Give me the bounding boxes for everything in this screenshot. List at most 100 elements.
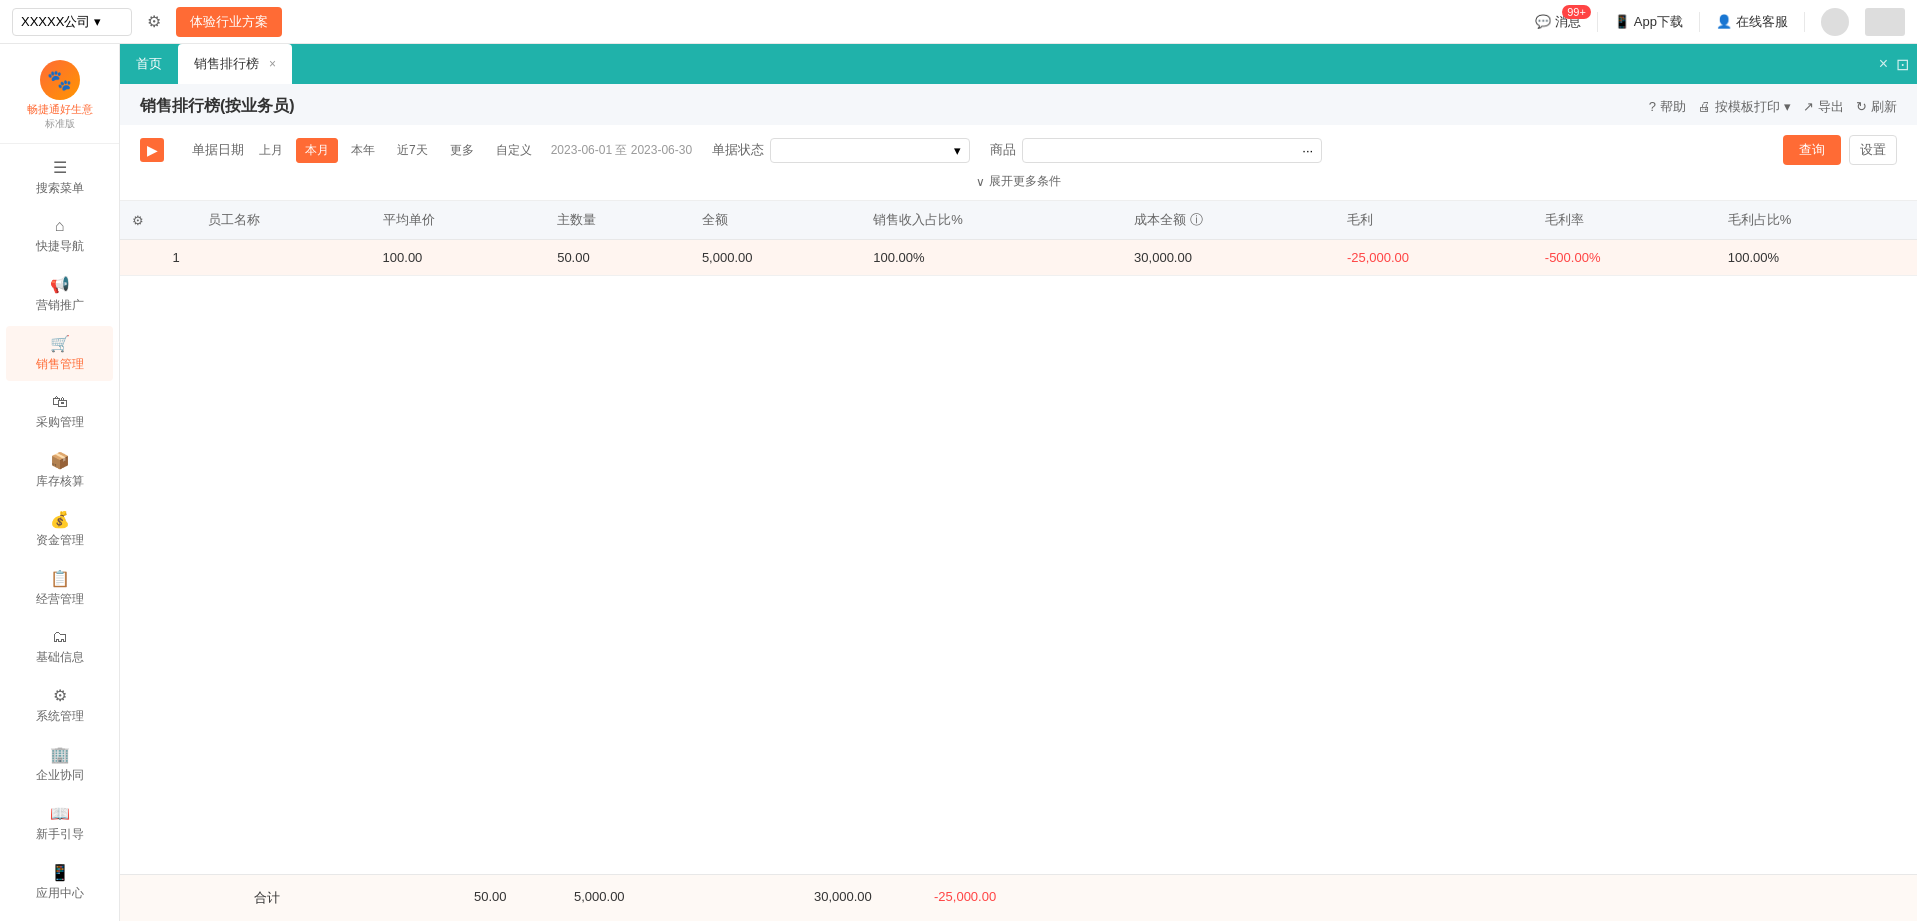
- settings-icon[interactable]: ⚙: [140, 8, 168, 36]
- phone-icon: 📱: [1614, 14, 1630, 29]
- active-tab-label: 销售排行榜: [194, 55, 259, 73]
- status-select[interactable]: ▾: [770, 138, 970, 163]
- tab-bar: 首页 销售排行榜 × × ⊡: [120, 44, 1917, 84]
- user-name-placeholder: [1865, 8, 1905, 36]
- footer-rank-placeholder: [202, 883, 242, 913]
- date-pill-custom[interactable]: 自定义: [487, 138, 541, 163]
- sidebar-item-quick-nav[interactable]: ⌂ 快捷导航: [6, 209, 113, 263]
- table-footer: 合计 50.00 5,000.00 30,000.00 -25,000.00: [120, 874, 1917, 921]
- sidebar: 🐾 畅捷通好生意 标准版 ☰ 搜索菜单 ⌂ 快捷导航 📢 营销推广 🛒 销售管理: [0, 44, 120, 921]
- goods-select[interactable]: ···: [1022, 138, 1322, 163]
- online-service-label: 在线客服: [1736, 13, 1788, 31]
- sidebar-guide-label: 新手引导: [36, 826, 84, 843]
- purchase-icon: 🛍: [52, 393, 68, 411]
- divider2: [1699, 12, 1700, 32]
- goods-more-icon: ···: [1302, 143, 1313, 158]
- sidebar-item-enterprise[interactable]: 🏢 企业协同: [6, 737, 113, 792]
- sidebar-item-marketing[interactable]: 📢 营销推广: [6, 267, 113, 322]
- print-button[interactable]: 🖨 按模板打印 ▾: [1698, 98, 1791, 116]
- online-service-button[interactable]: 👤 在线客服: [1716, 13, 1788, 31]
- sidebar-item-inventory[interactable]: 📦 库存核算: [6, 443, 113, 498]
- company-name: XXXXX公司: [21, 13, 90, 31]
- sales-icon: 🛒: [50, 334, 70, 353]
- message-icon: 💬: [1535, 14, 1551, 29]
- date-pill-current-year[interactable]: 本年: [342, 138, 384, 163]
- query-button[interactable]: 查询: [1783, 135, 1841, 165]
- sidebar-item-guide[interactable]: 📖 新手引导: [6, 796, 113, 851]
- tab-close-icon[interactable]: ×: [269, 57, 276, 71]
- expand-row: ∨ 展开更多条件: [140, 165, 1897, 190]
- apps-icon: 📱: [50, 863, 70, 882]
- col-header-settings[interactable]: ⚙: [120, 201, 156, 240]
- sidebar-operations-label: 经营管理: [36, 591, 84, 608]
- date-pill-prev-month[interactable]: 上月: [250, 138, 292, 163]
- col-header-qty: 主数量: [545, 201, 690, 240]
- content-body: 销售排行榜(按业务员) ? 帮助 🖨 按模板打印 ▾ ↗: [120, 84, 1917, 921]
- operations-icon: 📋: [50, 569, 70, 588]
- help-icon: ?: [1649, 99, 1656, 114]
- logo-icon: 🐾: [40, 60, 80, 100]
- trial-button[interactable]: 体验行业方案: [176, 7, 282, 37]
- col-header-gross-pct: 毛利占比%: [1716, 201, 1917, 240]
- sidebar-item-operations[interactable]: 📋 经营管理: [6, 561, 113, 616]
- company-chevron-icon: ▾: [94, 14, 101, 29]
- top-bar: XXXXX公司 ▾ ⚙ 体验行业方案 💬 消息 99+ 📱 App下载 👤 在线…: [0, 0, 1917, 44]
- refresh-button[interactable]: ↻ 刷新: [1856, 98, 1897, 116]
- marketing-icon: 📢: [50, 275, 70, 294]
- footer-avg-price-placeholder: [362, 883, 462, 913]
- service-icon: 👤: [1716, 14, 1732, 29]
- row-settings: [120, 240, 156, 276]
- sidebar-sales-label: 销售管理: [36, 356, 84, 373]
- col-header-name: 员工名称: [196, 201, 371, 240]
- system-icon: ⚙: [53, 686, 67, 705]
- export-icon: ↗: [1803, 99, 1814, 114]
- date-pill-current-month[interactable]: 本月: [296, 138, 338, 163]
- basics-icon: 🗂: [52, 628, 68, 646]
- app-download-label: App下载: [1634, 13, 1683, 31]
- sidebar-item-search[interactable]: ☰ 搜索菜单: [6, 150, 113, 205]
- window-maximize-button[interactable]: ⊡: [1896, 55, 1909, 74]
- page-title: 销售排行榜(按业务员): [140, 96, 295, 117]
- row-cost-amount: 30,000.00: [1122, 240, 1335, 276]
- sidebar-item-system[interactable]: ⚙ 系统管理: [6, 678, 113, 733]
- tab-sales-ranking[interactable]: 销售排行榜 ×: [178, 44, 292, 84]
- sidebar-item-finance[interactable]: 💰 资金管理: [6, 502, 113, 557]
- sidebar-finance-label: 资金管理: [36, 532, 84, 549]
- content-area: 首页 销售排行榜 × × ⊡ 销售排行榜(按业务员): [120, 44, 1917, 921]
- filter-area: ▶ 单据日期 上月 本月 本年 近7天 更多 自定义: [120, 125, 1917, 201]
- sidebar-enterprise-label: 企业协同: [36, 767, 84, 784]
- window-close-button[interactable]: ×: [1879, 55, 1888, 73]
- filter-collapse-button[interactable]: ▶: [140, 138, 164, 162]
- user-avatar[interactable]: [1821, 8, 1849, 36]
- tab-home[interactable]: 首页: [120, 44, 178, 84]
- refresh-icon: ↻: [1856, 99, 1867, 114]
- row-amount: 5,000.00: [690, 240, 861, 276]
- sidebar-item-apps[interactable]: 📱 应用中心: [6, 855, 113, 910]
- sidebar-item-sales[interactable]: 🛒 销售管理: [6, 326, 113, 381]
- sidebar-search-label: 搜索菜单: [36, 180, 84, 197]
- date-pill-more[interactable]: 更多: [441, 138, 483, 163]
- sidebar-item-basics[interactable]: 🗂 基础信息: [6, 620, 113, 674]
- sidebar-quick-nav-label: 快捷导航: [36, 238, 84, 255]
- col-header-sales-pct: 销售收入占比%: [861, 201, 1122, 240]
- date-range-display: 2023-06-01 至 2023-06-30: [551, 142, 692, 159]
- app-download-button[interactable]: 📱 App下载: [1614, 13, 1683, 31]
- footer-cells: 合计 50.00 5,000.00 30,000.00 -25,000.00: [132, 883, 1905, 913]
- expand-conditions-button[interactable]: ∨ 展开更多条件: [976, 173, 1061, 190]
- status-filter-label: 单据状态: [712, 141, 764, 159]
- sidebar-item-purchase[interactable]: 🛍 采购管理: [6, 385, 113, 439]
- company-selector[interactable]: XXXXX公司 ▾: [12, 8, 132, 36]
- settings-filter-button[interactable]: 设置: [1849, 135, 1897, 165]
- footer-amount: 5,000.00: [562, 883, 682, 913]
- message-button[interactable]: 💬 消息 99+: [1535, 13, 1581, 31]
- date-pill-7days[interactable]: 近7天: [388, 138, 437, 163]
- help-button[interactable]: ? 帮助: [1649, 98, 1686, 116]
- footer-total-label: 合计: [242, 883, 362, 913]
- sidebar-system-label: 系统管理: [36, 708, 84, 725]
- export-button[interactable]: ↗ 导出: [1803, 98, 1844, 116]
- sidebar-item-wechat[interactable]: 💬 企业微信: [6, 914, 113, 921]
- sidebar-logo: 🐾 畅捷通好生意 标准版: [0, 52, 119, 144]
- footer-cost-amount: 30,000.00: [802, 883, 922, 913]
- table-container: ⚙ 员工名称 平均单价 主数量 全额 销售收入占比% 成本全额 ⓘ 毛利 毛利率: [120, 201, 1917, 874]
- sidebar-inventory-label: 库存核算: [36, 473, 84, 490]
